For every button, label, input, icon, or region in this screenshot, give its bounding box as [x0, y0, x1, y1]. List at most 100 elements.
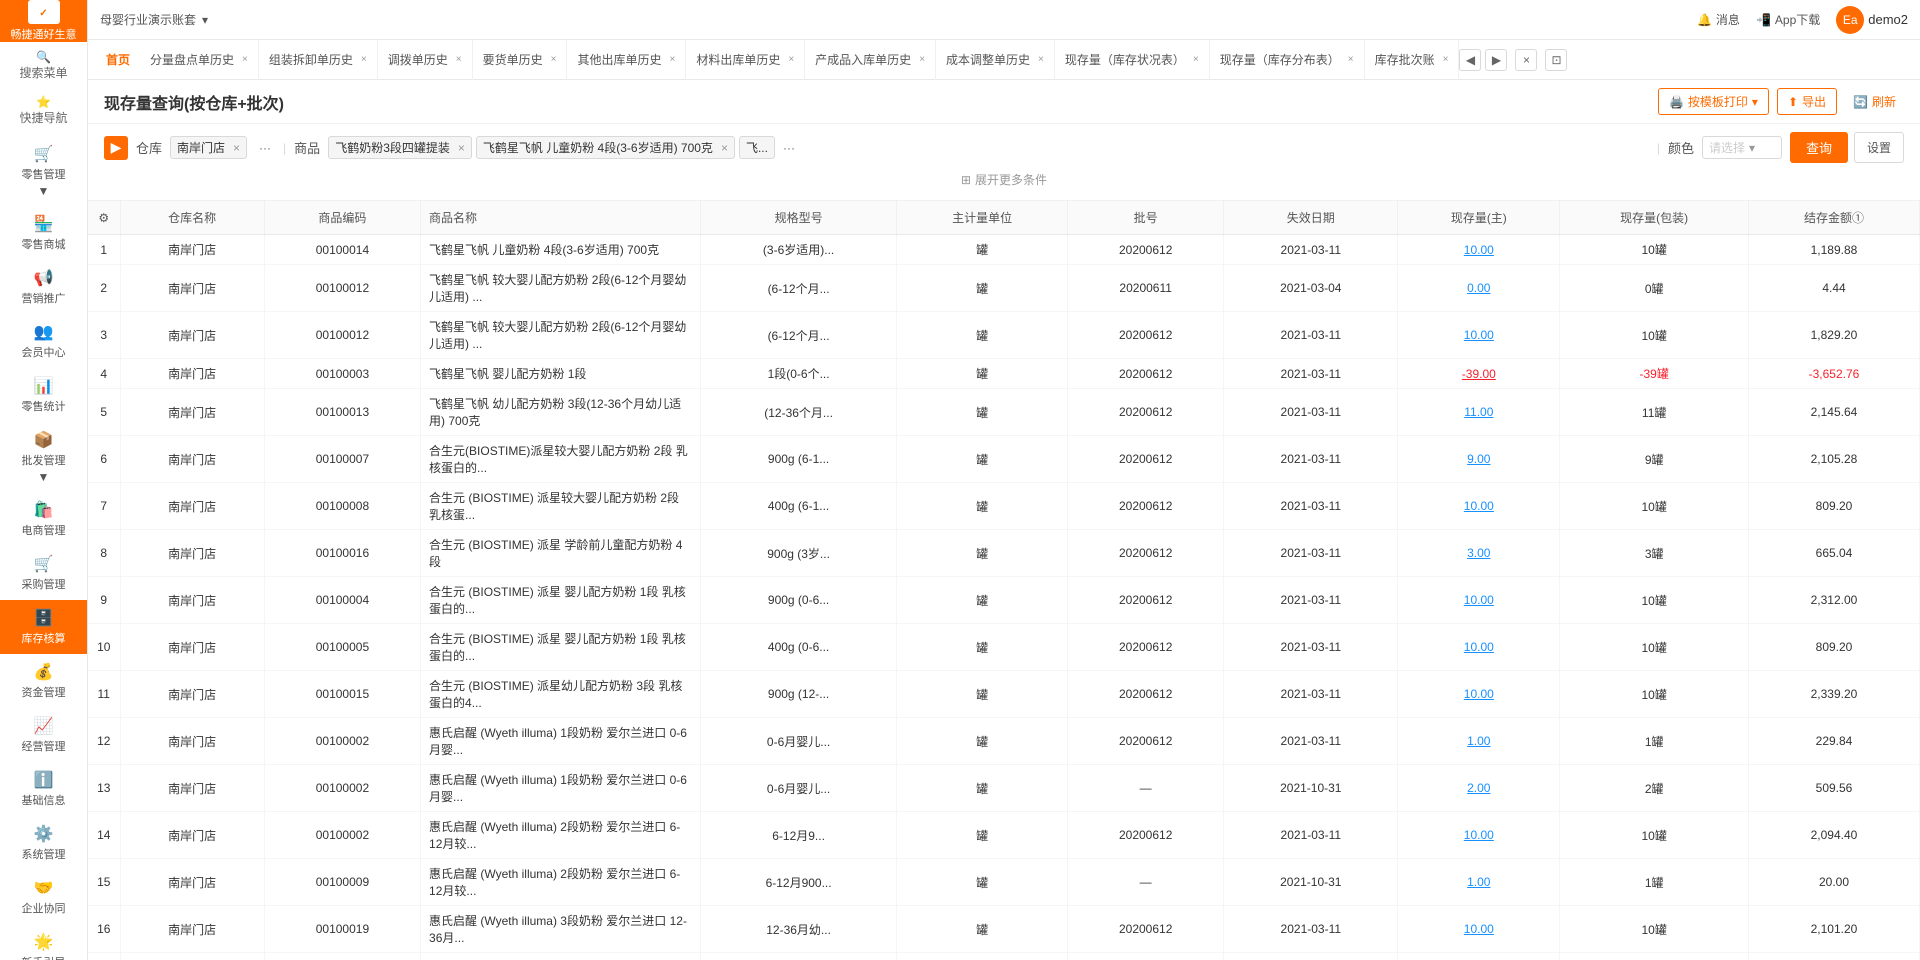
settings-btn[interactable]: 设置 [1854, 132, 1904, 163]
template-print-btn[interactable]: 🖨️ 按模板打印 ▾ [1658, 88, 1769, 115]
warehouse-remove-btn[interactable]: × [233, 141, 240, 155]
sidebar-item-system[interactable]: ⚙️ 系统管理 [0, 816, 87, 870]
tab-close-btn[interactable]: × [1515, 49, 1537, 71]
col-settings[interactable]: ⚙ [88, 201, 120, 235]
sidebar-item-retail-mgmt[interactable]: 🛒 零售管理 ▼ [0, 136, 87, 206]
close-tab-3[interactable]: × [456, 54, 462, 65]
tab-stock-status[interactable]: 现存量（库存状况表） × [1055, 40, 1210, 80]
close-tab-4[interactable]: × [551, 54, 557, 65]
sidebar-quick-nav[interactable]: ⭐ 快捷导航 [0, 89, 87, 132]
cell-qty[interactable]: 2.00 [1398, 765, 1560, 812]
sidebar-item-finance[interactable]: 💰 资金管理 [0, 654, 87, 708]
cell-spec: (6-12个月... [701, 312, 897, 359]
expand-more-btn[interactable]: ⊞ 展开更多条件 [104, 167, 1904, 192]
warehouse-filter-tag[interactable]: 南岸门店 × [170, 136, 247, 159]
sidebar-item-collab[interactable]: 🤝 企业协同 [0, 870, 87, 924]
sidebar-item-operations[interactable]: 📈 经营管理 [0, 708, 87, 762]
tab-order[interactable]: 要货单历史 × [473, 40, 568, 80]
tab-other-out[interactable]: 其他出库单历史 × [567, 40, 686, 80]
tab-stock-batch[interactable]: 库存批次账 × [1365, 40, 1460, 80]
tab-transfer[interactable]: 调拨单历史 × [378, 40, 473, 80]
product-more-btn[interactable]: ··· [779, 141, 799, 155]
sidebar-item-retail-stats[interactable]: 📊 零售统计 [0, 368, 87, 422]
close-tab-6[interactable]: × [788, 54, 794, 65]
table-row: 3南岸门店00100012飞鹤星飞帆 较大婴儿配方奶粉 2段(6-12个月婴幼儿… [88, 312, 1920, 359]
sidebar-item-inventory[interactable]: 🗄️ 库存核算 [0, 600, 87, 654]
cell-qty[interactable]: 1.00 [1398, 718, 1560, 765]
cell-warehouse: 南岸门店 [120, 906, 264, 953]
close-tab-7[interactable]: × [919, 54, 925, 65]
cell-qty[interactable]: 1.00 [1398, 859, 1560, 906]
product-tag-label-1: 飞鹤星飞帆 儿童奶粉 4段(3-6岁适用) 700克 [483, 139, 713, 156]
cell-qty[interactable]: 9.00 [1398, 436, 1560, 483]
cell-name: 合生元 (BIOSTIME) 派星较大婴儿配方奶粉 2段 乳核蛋... [421, 483, 701, 530]
expand-filter-btn[interactable]: ▶ [104, 136, 128, 160]
cell-qty[interactable]: -39.00 [1398, 359, 1560, 389]
cell-unit: 罐 [897, 483, 1068, 530]
sidebar-item-purchase[interactable]: 🛒 采购管理 [0, 546, 87, 600]
account-dropdown-icon[interactable]: ▾ [202, 13, 208, 27]
sidebar-search[interactable]: 🔍 搜索菜单 [0, 42, 87, 89]
sidebar-item-ecommerce[interactable]: 🛍️ 电商管理 [0, 492, 87, 546]
close-tab-9[interactable]: × [1193, 54, 1199, 65]
cell-batch: 20200612 [1068, 436, 1224, 483]
refresh-btn[interactable]: 🔄 刷新 [1845, 89, 1904, 114]
tab-prev-btn[interactable]: ◀ [1459, 49, 1481, 71]
cell-qty[interactable]: 10.00 [1398, 483, 1560, 530]
message-btn[interactable]: 🔔 消息 [1697, 11, 1740, 28]
query-btn[interactable]: 查询 [1790, 132, 1848, 163]
tab-home[interactable]: 首页 [96, 40, 140, 80]
color-dropdown[interactable]: 请选择 ▾ [1702, 136, 1782, 159]
product-remove-0[interactable]: × [458, 141, 465, 155]
sidebar-item-basic-info[interactable]: ℹ️ 基础信息 [0, 762, 87, 816]
username: demo2 [1868, 12, 1908, 27]
tab-material-out[interactable]: 材料出库单历史 × [686, 40, 805, 80]
close-tab-8[interactable]: × [1038, 54, 1044, 65]
tab-assembly[interactable]: 组装拆卸单历史 × [259, 40, 378, 80]
cell-qty-pack: 0罐 [1560, 265, 1749, 312]
sidebar-item-retail-mall[interactable]: 🏪 零售商城 [0, 206, 87, 260]
cell-qty[interactable]: 10.00 [1398, 312, 1560, 359]
tab-expand-btn[interactable]: ⊡ [1545, 49, 1567, 71]
close-tab-10[interactable]: × [1348, 54, 1354, 65]
cell-qty[interactable]: 3.00 [1398, 530, 1560, 577]
tab-stock-dist[interactable]: 现存量（库存分布表） × [1210, 40, 1365, 80]
cell-qty[interactable]: 1.00 [1398, 953, 1560, 960]
cell-qty[interactable]: 10.00 [1398, 624, 1560, 671]
close-tab-1[interactable]: × [242, 54, 248, 65]
cell-unit: 罐 [897, 436, 1068, 483]
member-icon: 👥 [34, 322, 54, 342]
cell-qty[interactable]: 10.00 [1398, 812, 1560, 859]
cell-expire: 2021-03-11 [1224, 718, 1398, 765]
user-profile[interactable]: Ea demo2 [1836, 6, 1908, 34]
app-download-btn[interactable]: 📲 App下载 [1756, 11, 1820, 28]
tab-point-count[interactable]: 分量盘点单历史 × [140, 40, 259, 80]
tab-product-in[interactable]: 产成品入库单历史 × [805, 40, 936, 80]
cell-code: 00100013 [264, 389, 420, 436]
sidebar-item-guide[interactable]: 🌟 新手引导 [0, 924, 87, 960]
tab-next-btn[interactable]: ▶ [1485, 49, 1507, 71]
product-tag-1[interactable]: 飞鹤星飞帆 儿童奶粉 4段(3-6岁适用) 700克 × [476, 136, 735, 159]
close-tab-2[interactable]: × [361, 54, 367, 65]
sidebar-item-wholesale[interactable]: 📦 批发管理 ▼ [0, 422, 87, 492]
tab-cost-adjust[interactable]: 成本调整单历史 × [936, 40, 1055, 80]
sidebar-item-member[interactable]: 👥 会员中心 [0, 314, 87, 368]
warehouse-more-btn[interactable]: ··· [255, 141, 275, 155]
cell-qty[interactable]: 10.00 [1398, 671, 1560, 718]
close-tab-5[interactable]: × [669, 54, 675, 65]
export-btn[interactable]: ⬆ 导出 [1777, 88, 1837, 115]
cell-qty[interactable]: 11.00 [1398, 389, 1560, 436]
product-tag-0[interactable]: 飞鹤奶粉3段四罐提装 × [328, 136, 472, 159]
cell-qty[interactable]: 10.00 [1398, 906, 1560, 953]
cell-warehouse: 南岸门店 [120, 718, 264, 765]
cell-qty[interactable]: 10.00 [1398, 577, 1560, 624]
account-selector[interactable]: 母婴行业演示账套 ▾ [100, 11, 208, 28]
close-tab-11[interactable]: × [1443, 54, 1449, 65]
cell-qty[interactable]: 10.00 [1398, 235, 1560, 265]
filter-area: ▶ 仓库 南岸门店 × ··· | 商品 飞鹤奶粉3段四罐提装 × 飞鹤星飞帆 … [88, 124, 1920, 201]
cell-expire: 2021-03-11 [1224, 624, 1398, 671]
cell-qty[interactable]: 0.00 [1398, 265, 1560, 312]
product-remove-1[interactable]: × [721, 141, 728, 155]
col-expire: 失效日期 [1224, 201, 1398, 235]
sidebar-item-marketing[interactable]: 📢 营销推广 [0, 260, 87, 314]
